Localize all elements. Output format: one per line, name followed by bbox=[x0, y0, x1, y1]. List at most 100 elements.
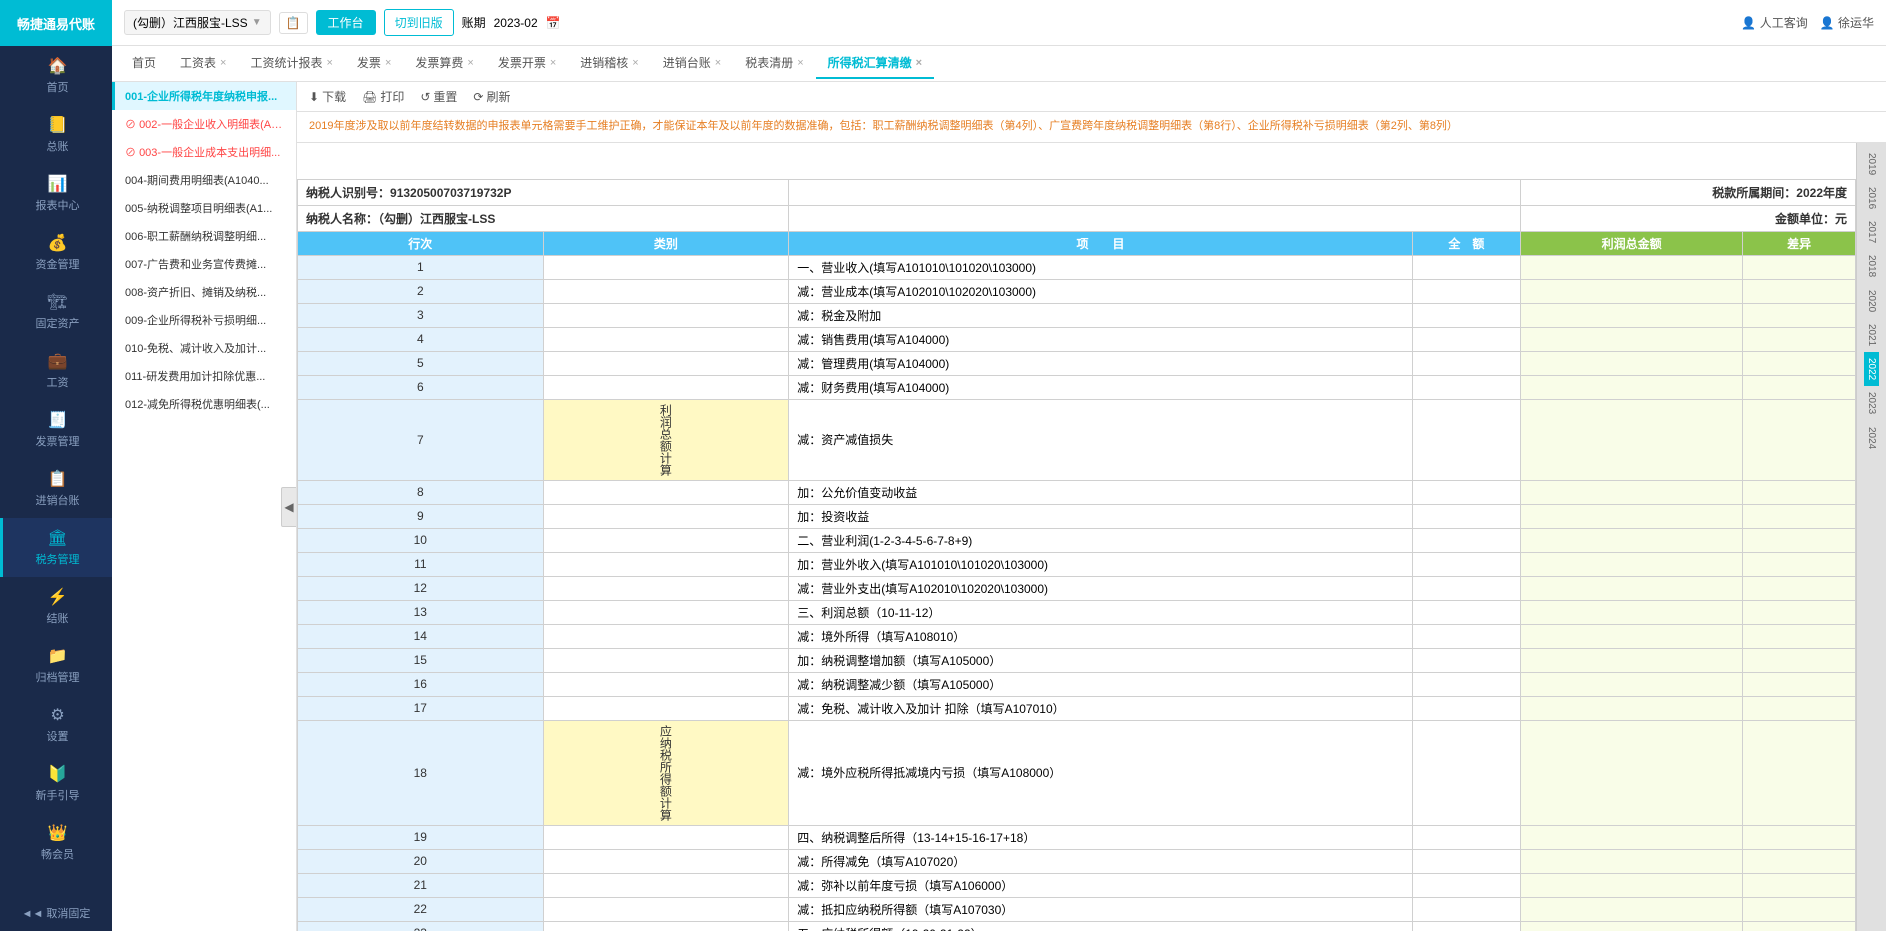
diff-cell[interactable] bbox=[1743, 873, 1856, 897]
sidebar-item-ledger[interactable]: 📒 总账 bbox=[0, 105, 112, 164]
list-item-012[interactable]: 012-减免所得税优惠明细表(... bbox=[112, 390, 296, 418]
profit-cell[interactable] bbox=[1520, 624, 1742, 648]
reset-button[interactable]: ↺ 重置 bbox=[420, 88, 457, 105]
copy-button[interactable]: 📋 bbox=[279, 12, 308, 34]
diff-cell[interactable] bbox=[1743, 552, 1856, 576]
profit-cell[interactable] bbox=[1520, 825, 1742, 849]
tab-invoice-open[interactable]: 发票开票 × bbox=[486, 48, 568, 79]
year-item[interactable]: 2017 bbox=[1864, 215, 1879, 249]
project-cell[interactable]: 减：境外应税所得抵减境内亏损（填写A108000） bbox=[789, 720, 1413, 825]
diff-cell[interactable] bbox=[1743, 375, 1856, 399]
amount-cell[interactable] bbox=[1412, 351, 1520, 375]
diff-cell[interactable] bbox=[1743, 504, 1856, 528]
tab-payroll-stats[interactable]: 工资统计报表 × bbox=[238, 48, 344, 79]
project-cell[interactable]: 四、纳税调整后所得（13-14+15-16-17+18） bbox=[789, 825, 1413, 849]
list-item-008[interactable]: 008-资产折旧、摊销及纳税... bbox=[112, 278, 296, 306]
amount-cell[interactable] bbox=[1412, 648, 1520, 672]
amount-cell[interactable] bbox=[1412, 672, 1520, 696]
tab-invoice[interactable]: 发票 × bbox=[345, 48, 403, 79]
sidebar-item-reports[interactable]: 📊 报表中心 bbox=[0, 164, 112, 223]
amount-cell[interactable] bbox=[1412, 720, 1520, 825]
tab-tax-summary[interactable]: 税表清册 × bbox=[733, 48, 815, 79]
profit-cell[interactable] bbox=[1520, 897, 1742, 921]
tab-income-tax[interactable]: 所得税汇算清缴 × bbox=[816, 48, 934, 79]
sidebar-item-archive[interactable]: 📁 归档管理 bbox=[0, 636, 112, 695]
amount-cell[interactable] bbox=[1412, 279, 1520, 303]
amount-cell[interactable] bbox=[1412, 375, 1520, 399]
profit-cell[interactable] bbox=[1520, 552, 1742, 576]
list-item-006[interactable]: 006-职工薪酬纳税调整明细... bbox=[112, 222, 296, 250]
profit-cell[interactable] bbox=[1520, 504, 1742, 528]
year-item[interactable]: 2016 bbox=[1864, 181, 1879, 215]
amount-cell[interactable] bbox=[1412, 399, 1520, 480]
list-item-005[interactable]: 005-纳税调整项目明细表(A1... bbox=[112, 194, 296, 222]
sidebar-item-tax[interactable]: 🏛 税务管理 bbox=[0, 518, 112, 577]
diff-cell[interactable] bbox=[1743, 720, 1856, 825]
list-item-001[interactable]: 001-企业所得税年度纳税申报... bbox=[112, 82, 296, 110]
diff-cell[interactable] bbox=[1743, 576, 1856, 600]
profit-cell[interactable] bbox=[1520, 696, 1742, 720]
profit-cell[interactable] bbox=[1520, 921, 1742, 931]
diff-cell[interactable] bbox=[1743, 528, 1856, 552]
project-cell[interactable]: 一、营业收入(填写A101010\101020\103000) bbox=[789, 255, 1413, 279]
profit-cell[interactable] bbox=[1520, 279, 1742, 303]
project-cell[interactable]: 加：投资收益 bbox=[789, 504, 1413, 528]
close-icon[interactable]: × bbox=[632, 57, 638, 69]
diff-cell[interactable] bbox=[1743, 825, 1856, 849]
close-icon[interactable]: × bbox=[326, 57, 332, 69]
close-icon[interactable]: × bbox=[916, 57, 922, 69]
tab-home[interactable]: 首页 bbox=[120, 48, 168, 79]
amount-cell[interactable] bbox=[1412, 696, 1520, 720]
profit-cell[interactable] bbox=[1520, 720, 1742, 825]
year-item[interactable]: 2018 bbox=[1864, 249, 1879, 283]
diff-cell[interactable] bbox=[1743, 849, 1856, 873]
project-cell[interactable]: 减：销售费用(填写A104000) bbox=[789, 327, 1413, 351]
year-item[interactable]: 2020 bbox=[1864, 284, 1879, 318]
amount-cell[interactable] bbox=[1412, 873, 1520, 897]
diff-cell[interactable] bbox=[1743, 399, 1856, 480]
diff-cell[interactable] bbox=[1743, 696, 1856, 720]
profit-cell[interactable] bbox=[1520, 576, 1742, 600]
tab-payroll[interactable]: 工资表 × bbox=[168, 48, 238, 79]
diff-cell[interactable] bbox=[1743, 303, 1856, 327]
profit-cell[interactable] bbox=[1520, 648, 1742, 672]
close-icon[interactable]: × bbox=[220, 57, 226, 69]
amount-cell[interactable] bbox=[1412, 921, 1520, 931]
amount-cell[interactable] bbox=[1412, 600, 1520, 624]
list-item-004[interactable]: 004-期间费用明细表(A1040... bbox=[112, 166, 296, 194]
list-item-003[interactable]: 003-一般企业成本支出明细... bbox=[112, 138, 296, 166]
profit-cell[interactable] bbox=[1520, 528, 1742, 552]
profit-cell[interactable] bbox=[1520, 873, 1742, 897]
sidebar-item-payroll[interactable]: 💼 工资 bbox=[0, 341, 112, 400]
tab-invoice-fee[interactable]: 发票算费 × bbox=[403, 48, 485, 79]
download-button[interactable]: ⬇ 下载 bbox=[309, 88, 346, 105]
diff-cell[interactable] bbox=[1743, 921, 1856, 931]
tab-sales-check[interactable]: 进销稽核 × bbox=[568, 48, 650, 79]
project-cell[interactable]: 减：抵扣应纳税所得额（填写A107030） bbox=[789, 897, 1413, 921]
diff-cell[interactable] bbox=[1743, 672, 1856, 696]
switch-old-button[interactable]: 切到旧版 bbox=[384, 9, 454, 36]
close-icon[interactable]: × bbox=[385, 57, 391, 69]
profit-cell[interactable] bbox=[1520, 600, 1742, 624]
list-item-010[interactable]: 010-免税、减计收入及加计... bbox=[112, 334, 296, 362]
profit-cell[interactable] bbox=[1520, 327, 1742, 351]
profit-cell[interactable] bbox=[1520, 303, 1742, 327]
year-item[interactable]: 2019 bbox=[1864, 147, 1879, 181]
amount-cell[interactable] bbox=[1412, 255, 1520, 279]
project-cell[interactable]: 减：财务费用(填写A104000) bbox=[789, 375, 1413, 399]
year-item[interactable]: 2024 bbox=[1864, 421, 1879, 455]
diff-cell[interactable] bbox=[1743, 600, 1856, 624]
sidebar-item-funds[interactable]: 💰 资金管理 bbox=[0, 223, 112, 282]
profit-cell[interactable] bbox=[1520, 849, 1742, 873]
project-cell[interactable]: 减：纳税调整减少额（填写A105000） bbox=[789, 672, 1413, 696]
list-item-011[interactable]: 011-研发费用加计扣除优惠... bbox=[112, 362, 296, 390]
amount-cell[interactable] bbox=[1412, 303, 1520, 327]
sidebar-item-sales[interactable]: 📋 进销台账 bbox=[0, 459, 112, 518]
list-item-007[interactable]: 007-广告费和业务宣传费摊... bbox=[112, 250, 296, 278]
amount-cell[interactable] bbox=[1412, 528, 1520, 552]
project-cell[interactable]: 二、营业利润(1-2-3-4-5-6-7-8+9) bbox=[789, 528, 1413, 552]
sidebar-item-home[interactable]: 🏠 首页 bbox=[0, 46, 112, 105]
sidebar-item-member[interactable]: 👑 畅会员 bbox=[0, 813, 112, 872]
amount-cell[interactable] bbox=[1412, 825, 1520, 849]
project-cell[interactable]: 减：营业外支出(填写A102010\102020\103000) bbox=[789, 576, 1413, 600]
